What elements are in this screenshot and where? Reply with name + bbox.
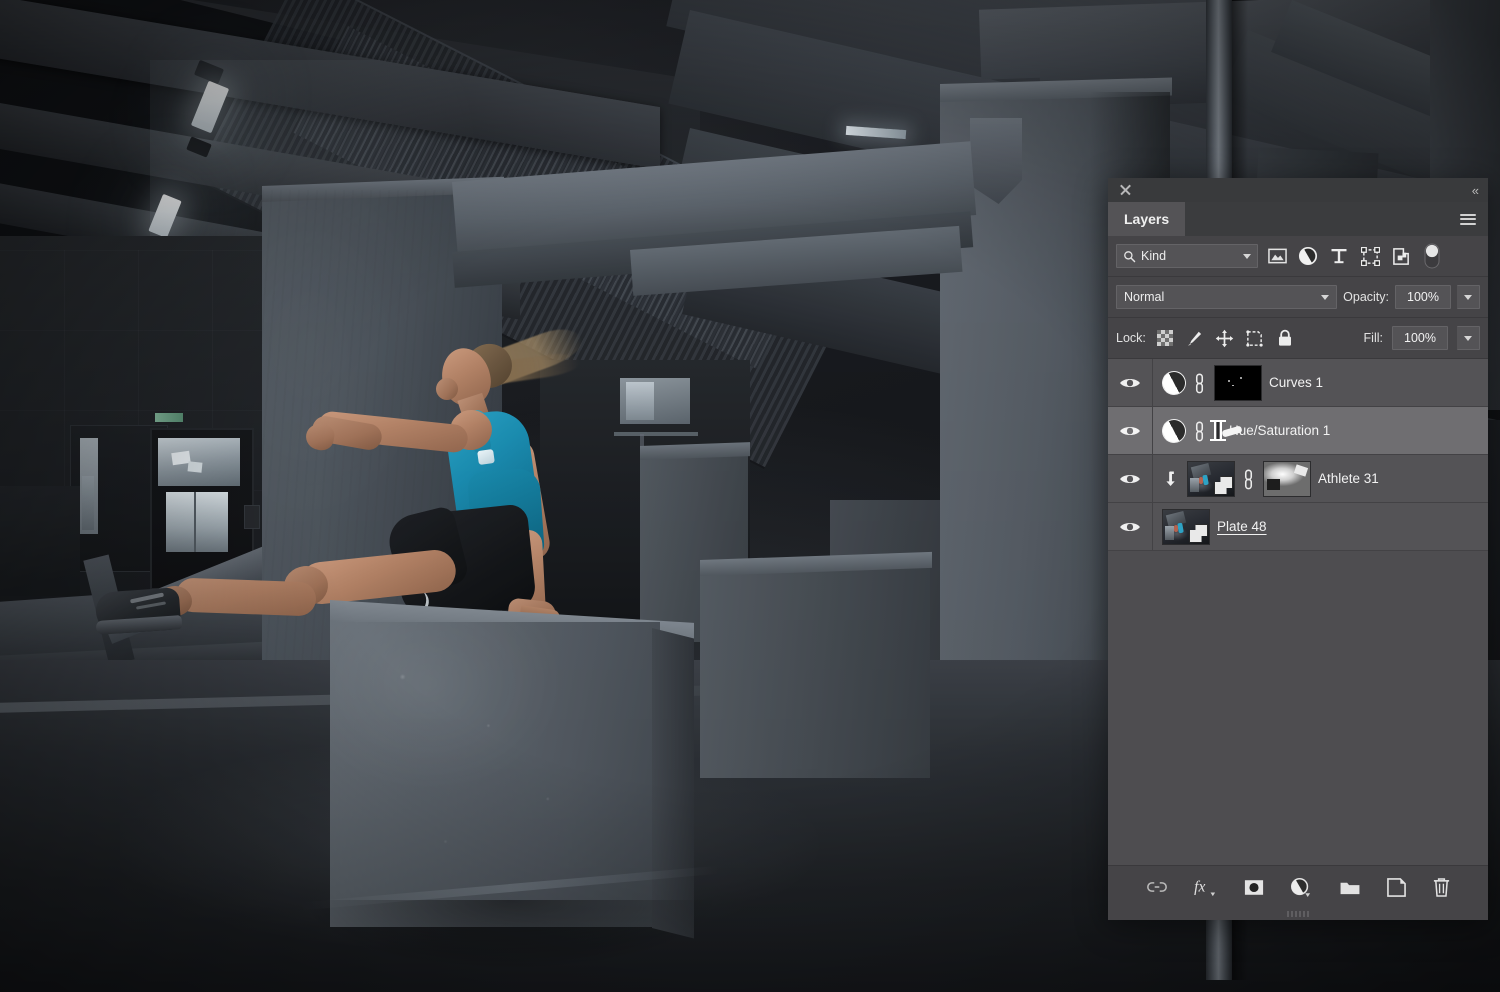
checkerboard-icon [1156, 330, 1173, 346]
eye-icon [1120, 426, 1140, 435]
layer-thumbnail[interactable] [1162, 508, 1210, 545]
layer-name[interactable]: Plate 48 [1217, 519, 1267, 534]
opacity-label: Opacity: [1343, 290, 1389, 304]
layer-name[interactable]: Hue/Saturation 1 [1229, 423, 1330, 438]
layer-visibility-toggle[interactable] [1108, 407, 1153, 454]
lock-row: Lock: Fill: 100% [1108, 318, 1488, 359]
layer-visibility-toggle[interactable] [1108, 503, 1153, 550]
blend-mode-row: Normal Opacity: 100% [1108, 277, 1488, 318]
panel-tab-row: Layers [1108, 202, 1488, 236]
filter-pixel-layers-icon[interactable] [1265, 244, 1289, 268]
delete-layer-trash-icon[interactable] [1432, 877, 1451, 898]
panel-titlebar: « [1108, 178, 1488, 202]
add-layer-mask-icon[interactable] [1244, 879, 1264, 896]
layers-list[interactable]: Curves 1 Hue/Saturation 1 Athlete 31 Pla… [1108, 359, 1488, 865]
layer-visibility-toggle[interactable] [1108, 359, 1153, 406]
filter-smart-objects-icon[interactable] [1389, 244, 1413, 268]
blend-mode-select[interactable]: Normal [1116, 285, 1338, 309]
filter-shape-layers-icon[interactable] [1358, 244, 1382, 268]
opacity-stepper-chevron[interactable] [1457, 285, 1480, 309]
layer-filter-row: Kind [1108, 236, 1488, 277]
chevron-down-icon [1464, 294, 1472, 300]
svg-text:fx: fx [1194, 879, 1205, 896]
lock-artboard-nesting-icon[interactable] [1245, 328, 1265, 348]
tab-layers-label: Layers [1124, 211, 1170, 227]
close-icon[interactable] [1118, 183, 1132, 197]
filter-kind-label: Kind [1141, 249, 1167, 263]
eye-icon [1120, 522, 1140, 531]
new-layer-icon[interactable] [1386, 877, 1406, 897]
hamburger-icon [1460, 213, 1476, 225]
layer-mask-thumbnail[interactable] [1217, 422, 1219, 439]
adjustment-layer-icon [1157, 414, 1191, 447]
bright-mask-thumbnail-art [1264, 461, 1310, 496]
link-mask-icon[interactable] [1193, 420, 1207, 442]
filter-adjustment-layers-icon[interactable] [1296, 244, 1320, 268]
eye-icon [1120, 378, 1140, 387]
layer-style-fx-icon[interactable]: fx [1194, 877, 1218, 897]
grip-lines-icon [1287, 911, 1309, 917]
fill-value: 100% [1404, 331, 1436, 345]
layer-mask-thumbnail[interactable] [1214, 364, 1262, 401]
filter-toggle-switch[interactable] [1420, 243, 1444, 269]
table-row[interactable]: Plate 48 [1108, 503, 1488, 551]
lock-all-padlock-icon[interactable] [1275, 328, 1295, 348]
clipping-mask-arrow-icon [1162, 470, 1180, 487]
app-screen: « Layers Kind Normal Opacity: 100% Lock:… [0, 0, 1500, 992]
lock-transparent-pixels-icon[interactable] [1155, 328, 1175, 348]
opacity-value: 100% [1407, 290, 1439, 304]
eye-icon [1120, 474, 1140, 483]
fill-label: Fill: [1363, 331, 1383, 345]
search-icon [1124, 250, 1136, 262]
filter-type-layers-icon[interactable] [1327, 244, 1351, 268]
panel-menu-icon[interactable] [1460, 202, 1488, 236]
lock-label: Lock: [1116, 331, 1146, 345]
adjustment-layer-icon [1157, 366, 1191, 399]
layer-thumbnail[interactable] [1187, 460, 1235, 497]
link-layers-icon[interactable] [1146, 880, 1168, 894]
tab-layers[interactable]: Layers [1108, 202, 1186, 236]
black-mask-thumbnail-art [1215, 365, 1261, 400]
panel-resize-gripper[interactable] [1108, 908, 1488, 920]
link-mask-icon[interactable] [1193, 372, 1207, 394]
lock-position-move-icon[interactable] [1215, 328, 1235, 348]
layers-panel: « Layers Kind Normal Opacity: 100% Lock:… [1108, 178, 1488, 920]
layer-visibility-toggle[interactable] [1108, 455, 1153, 502]
table-row[interactable]: Hue/Saturation 1 [1108, 407, 1488, 455]
fill-stepper-chevron[interactable] [1457, 326, 1480, 350]
filter-kind-select[interactable]: Kind [1116, 244, 1258, 268]
new-group-folder-icon[interactable] [1339, 879, 1361, 896]
layer-mask-thumbnail[interactable] [1263, 460, 1311, 497]
chevron-down-icon [1464, 335, 1472, 341]
blend-mode-value: Normal [1124, 290, 1165, 304]
active-mask-selection-frame [1210, 420, 1226, 441]
layers-panel-footer: fx [1108, 865, 1488, 908]
layer-name[interactable]: Curves 1 [1269, 375, 1323, 390]
opacity-input[interactable]: 100% [1395, 285, 1451, 309]
link-mask-icon[interactable] [1242, 468, 1256, 490]
chevron-down-icon [1243, 253, 1251, 259]
new-adjustment-layer-icon[interactable] [1290, 877, 1313, 898]
lock-image-pixels-brush-icon[interactable] [1185, 328, 1205, 348]
fill-input[interactable]: 100% [1392, 326, 1448, 350]
layer-name[interactable]: Athlete 31 [1318, 471, 1379, 486]
collapse-double-chevron-icon[interactable]: « [1472, 183, 1479, 198]
table-row[interactable]: Curves 1 [1108, 359, 1488, 407]
table-row[interactable]: Athlete 31 [1108, 455, 1488, 503]
chevron-down-icon [1321, 294, 1330, 300]
